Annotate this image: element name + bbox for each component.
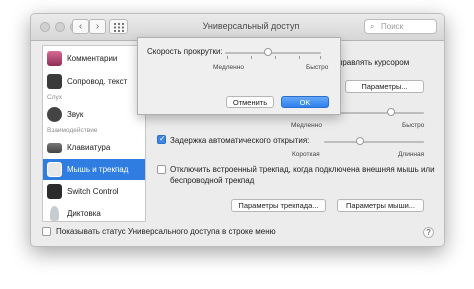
options-button[interactable]: Параметры... [345, 80, 424, 93]
speaker-icon [47, 107, 62, 122]
sidebar-item-captions[interactable]: Сопровод. текст [43, 71, 145, 92]
slider-tick [275, 56, 276, 59]
sidebar-item-label: Клавиатура [67, 143, 111, 152]
cancel-button[interactable]: Отменить [226, 96, 274, 108]
section-header-hearing: Слух [47, 94, 62, 101]
keyboard-icon [47, 143, 62, 153]
slider-tick [320, 56, 321, 59]
sidebar-item-label: Диктовка [67, 209, 101, 218]
double-click-slow-label: Медленно [291, 122, 322, 129]
ignore-trackpad-checkbox[interactable] [157, 165, 166, 174]
scroll-speed-sheet: Скорость прокрутки: Медленно Быстро Отме… [137, 37, 341, 115]
close-window-button[interactable] [40, 22, 50, 32]
sidebar-item-label: Мышь и трекпад [67, 165, 129, 174]
sidebar-item-switch-control[interactable]: Switch Control [43, 181, 145, 202]
mouse-trackpad-icon [47, 162, 62, 177]
spring-loading-label: Задержка автоматического открытия: [170, 136, 310, 145]
scroll-speed-slider[interactable] [225, 52, 321, 54]
scroll-slow-label: Медленно [213, 64, 244, 71]
show-all-button[interactable] [109, 19, 128, 34]
double-click-speed-knob[interactable] [387, 108, 395, 116]
mouse-options-button[interactable]: Параметры мыши... [337, 199, 424, 212]
sidebar-item-audio[interactable]: Звук [43, 104, 145, 125]
double-click-fast-label: Быстро [402, 122, 425, 129]
chevron-right-icon: › [95, 21, 100, 32]
show-status-checkbox[interactable] [42, 227, 51, 236]
double-click-speed-slider[interactable] [339, 112, 424, 114]
search-field[interactable]: ⌕ Поиск [364, 19, 437, 34]
spring-loading-knob[interactable] [356, 137, 364, 145]
window-title: Универсальный доступ [202, 21, 300, 31]
spring-loading-checkbox[interactable] [157, 134, 166, 144]
sidebar-item-keyboard[interactable]: Клавиатура [43, 137, 145, 158]
ignore-trackpad-label-line2: беспроводной трекпад [170, 176, 255, 185]
section-header-interaction: Взаимодействие [47, 127, 98, 134]
sidebar-item-comments[interactable]: Комментарии [43, 48, 145, 69]
search-placeholder: Поиск [381, 22, 404, 31]
back-button[interactable]: ‹ [72, 19, 89, 34]
scroll-fast-label: Быстро [306, 64, 329, 71]
slider-tick [227, 56, 228, 59]
spring-long-label: Длинная [398, 151, 425, 158]
spring-loading-slider[interactable] [324, 141, 424, 143]
captions-icon [47, 74, 62, 89]
microphone-icon [50, 206, 59, 221]
chevron-left-icon: ‹ [78, 21, 83, 32]
show-status-label: Показывать статус Универсального доступа… [56, 227, 276, 236]
scroll-speed-label: Скорость прокрутки: [147, 47, 223, 56]
sidebar-item-label: Сопровод. текст [67, 77, 128, 86]
forward-button[interactable]: › [89, 19, 106, 34]
sidebar-item-label: Комментарии [67, 54, 118, 63]
sidebar-item-label: Звук [67, 110, 84, 119]
minimize-window-button[interactable] [55, 22, 65, 32]
ignore-trackpad-label: Отключить встроенный трекпад, когда подк… [170, 165, 435, 174]
grid-icon [114, 23, 124, 32]
spring-short-label: Короткая [292, 151, 320, 158]
sidebar-item-mouse-trackpad[interactable]: Мышь и трекпад [43, 159, 145, 180]
scroll-speed-knob[interactable] [264, 48, 273, 56]
slider-tick [251, 56, 252, 59]
help-button[interactable]: ? [423, 227, 434, 238]
comments-icon [47, 51, 62, 66]
slider-tick [299, 56, 300, 59]
switch-control-icon [47, 184, 62, 199]
cursor-control-text: управлять курсором [334, 58, 410, 67]
sidebar-item-dictation[interactable]: Диктовка [43, 203, 145, 221]
sidebar: Комментарии Сопровод. текст Слух Звук Вз… [42, 45, 146, 222]
sidebar-item-label: Switch Control [67, 187, 119, 196]
ok-button[interactable]: OK [281, 96, 329, 108]
trackpad-options-button[interactable]: Параметры трекпада... [231, 199, 326, 212]
search-icon: ⌕ [370, 22, 375, 31]
